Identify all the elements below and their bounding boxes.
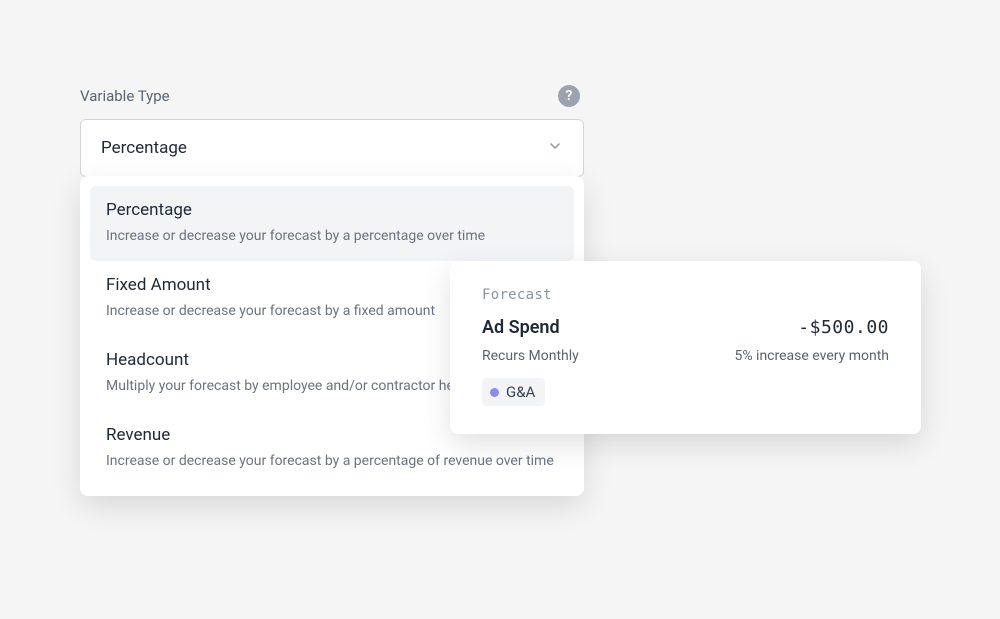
chevron-down-icon [547, 138, 563, 158]
field-label: Variable Type [80, 87, 170, 105]
forecast-detail-row: Recurs Monthly 5% increase every month [482, 348, 889, 364]
forecast-amount: -$500.00 [798, 317, 889, 338]
forecast-title-row: Ad Spend -$500.00 [482, 317, 889, 338]
forecast-tag[interactable]: G&A [482, 378, 545, 406]
help-icon[interactable]: ? [558, 85, 580, 107]
tag-text: G&A [506, 383, 535, 401]
variable-type-field: Variable Type ? Percentage [80, 85, 584, 177]
tag-dot-icon [490, 388, 499, 397]
forecast-kicker: Forecast [482, 287, 889, 303]
option-desc: Increase or decrease your forecast by a … [106, 451, 558, 472]
variable-type-select[interactable]: Percentage [80, 119, 584, 177]
forecast-recurs: Recurs Monthly [482, 348, 579, 364]
forecast-note: 5% increase every month [734, 348, 889, 364]
option-title: Percentage [106, 200, 558, 220]
select-value: Percentage [101, 138, 187, 158]
field-label-row: Variable Type ? [80, 85, 584, 107]
option-desc: Increase or decrease your forecast by a … [106, 226, 558, 247]
option-percentage[interactable]: Percentage Increase or decrease your for… [90, 186, 574, 261]
forecast-title: Ad Spend [482, 317, 560, 338]
forecast-card: Forecast Ad Spend -$500.00 Recurs Monthl… [450, 261, 921, 434]
